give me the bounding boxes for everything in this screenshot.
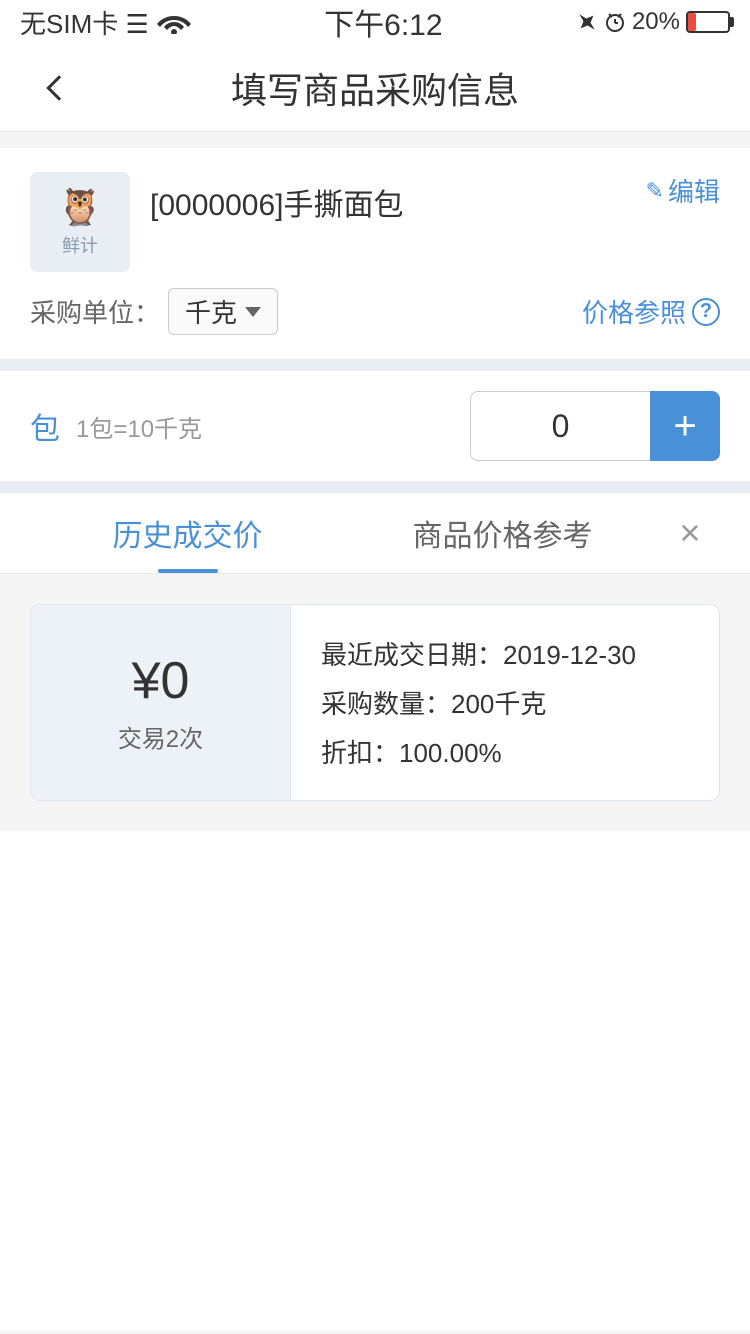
wifi-icon	[157, 10, 191, 34]
quantity-row: 包 1包=10千克 0 +	[0, 371, 750, 481]
unit-row: 采购单位： 千克 价格参照 ?	[30, 288, 720, 335]
price-reference-link[interactable]: 价格参照 ?	[582, 293, 720, 330]
qty-unit-label: 包	[30, 404, 60, 448]
qty-input-box[interactable]: 0	[470, 391, 650, 461]
tab-product-price-ref[interactable]: 商品价格参考	[345, 493, 660, 573]
status-right-icons: 20%	[576, 8, 730, 36]
tab-history-price[interactable]: 历史成交价	[30, 493, 345, 573]
battery-percent: 20%	[632, 8, 680, 36]
history-price: ¥0	[132, 651, 190, 711]
edit-label: 编辑	[668, 172, 720, 209]
section-divider	[0, 359, 750, 371]
edit-link[interactable]: ✎ 编辑	[646, 172, 720, 209]
product-image-inner: 🦉 鲜计	[58, 186, 103, 258]
history-card-right: 最近成交日期：2019-12-30 采购数量：200千克 折扣：100.00%	[291, 605, 719, 800]
history-card-left: ¥0 交易2次	[31, 605, 291, 800]
close-icon: ×	[679, 512, 700, 554]
status-time: 下午6:12	[324, 0, 442, 44]
unit-value: 千克	[185, 293, 237, 330]
alarm-icon	[604, 11, 626, 33]
qty-value: 0	[552, 408, 570, 445]
recent-date-value: 2019-12-30	[503, 640, 636, 670]
product-left: 🦉 鲜计 [0000006]手撕面包	[30, 172, 403, 272]
quantity-value: 200千克	[451, 689, 546, 719]
help-circle-icon: ?	[692, 298, 720, 326]
gray-divider	[0, 481, 750, 493]
battery-icon	[686, 11, 730, 33]
product-image: 🦉 鲜计	[30, 172, 130, 272]
carrier-text: 无SIM卡 ☰	[20, 4, 149, 41]
quantity-label: 采购数量：	[321, 689, 451, 719]
back-chevron-icon	[46, 75, 71, 100]
status-carrier: 无SIM卡 ☰	[20, 4, 191, 41]
history-card: ¥0 交易2次 最近成交日期：2019-12-30 采购数量：200千克 折扣：…	[30, 604, 720, 801]
history-section: ¥0 交易2次 最近成交日期：2019-12-30 采购数量：200千克 折扣：…	[0, 574, 750, 831]
history-discount-row: 折扣：100.00%	[321, 733, 689, 770]
status-bar: 无SIM卡 ☰ 下午6:12 20%	[0, 0, 750, 44]
back-button[interactable]	[30, 63, 80, 113]
unit-selector-group: 采购单位： 千克	[30, 288, 278, 335]
unit-label: 采购单位：	[30, 293, 160, 330]
history-trade-count: 交易2次	[118, 719, 203, 754]
product-logo-text: 鲜计	[62, 232, 98, 258]
dropdown-arrow-icon	[245, 307, 261, 317]
product-logo-icon: 🦉	[58, 186, 103, 228]
recent-date-label: 最近成交日期：	[321, 640, 503, 670]
product-card: 🦉 鲜计 [0000006]手撕面包 ✎ 编辑 采购单位： 千克 价格参照 ?	[0, 148, 750, 359]
tab-price-ref-label: 商品价格参考	[413, 511, 593, 555]
product-top-row: 🦉 鲜计 [0000006]手撕面包 ✎ 编辑	[30, 172, 720, 272]
qty-unit-desc: 1包=10千克	[76, 409, 470, 444]
unit-select-dropdown[interactable]: 千克	[168, 288, 278, 335]
history-quantity-row: 采购数量：200千克	[321, 684, 689, 721]
tab-close-button[interactable]: ×	[660, 503, 720, 563]
edit-icon: ✎	[646, 178, 664, 204]
discount-value: 100.00%	[399, 738, 502, 768]
history-recent-date-row: 最近成交日期：2019-12-30	[321, 635, 689, 672]
qty-plus-button[interactable]: +	[650, 391, 720, 461]
tab-history-label: 历史成交价	[113, 511, 263, 555]
page-header: 填写商品采购信息	[0, 44, 750, 132]
product-name: [0000006]手撕面包	[150, 180, 403, 224]
content-background	[0, 831, 750, 1331]
page-title: 填写商品采购信息	[231, 62, 519, 114]
location-icon	[576, 11, 598, 33]
plus-icon: +	[673, 404, 696, 449]
tab-bar: 历史成交价 商品价格参考 ×	[0, 493, 750, 574]
discount-label: 折扣：	[321, 738, 399, 768]
qty-input-wrapper: 0 +	[470, 391, 720, 461]
price-ref-label: 价格参照	[582, 293, 686, 330]
